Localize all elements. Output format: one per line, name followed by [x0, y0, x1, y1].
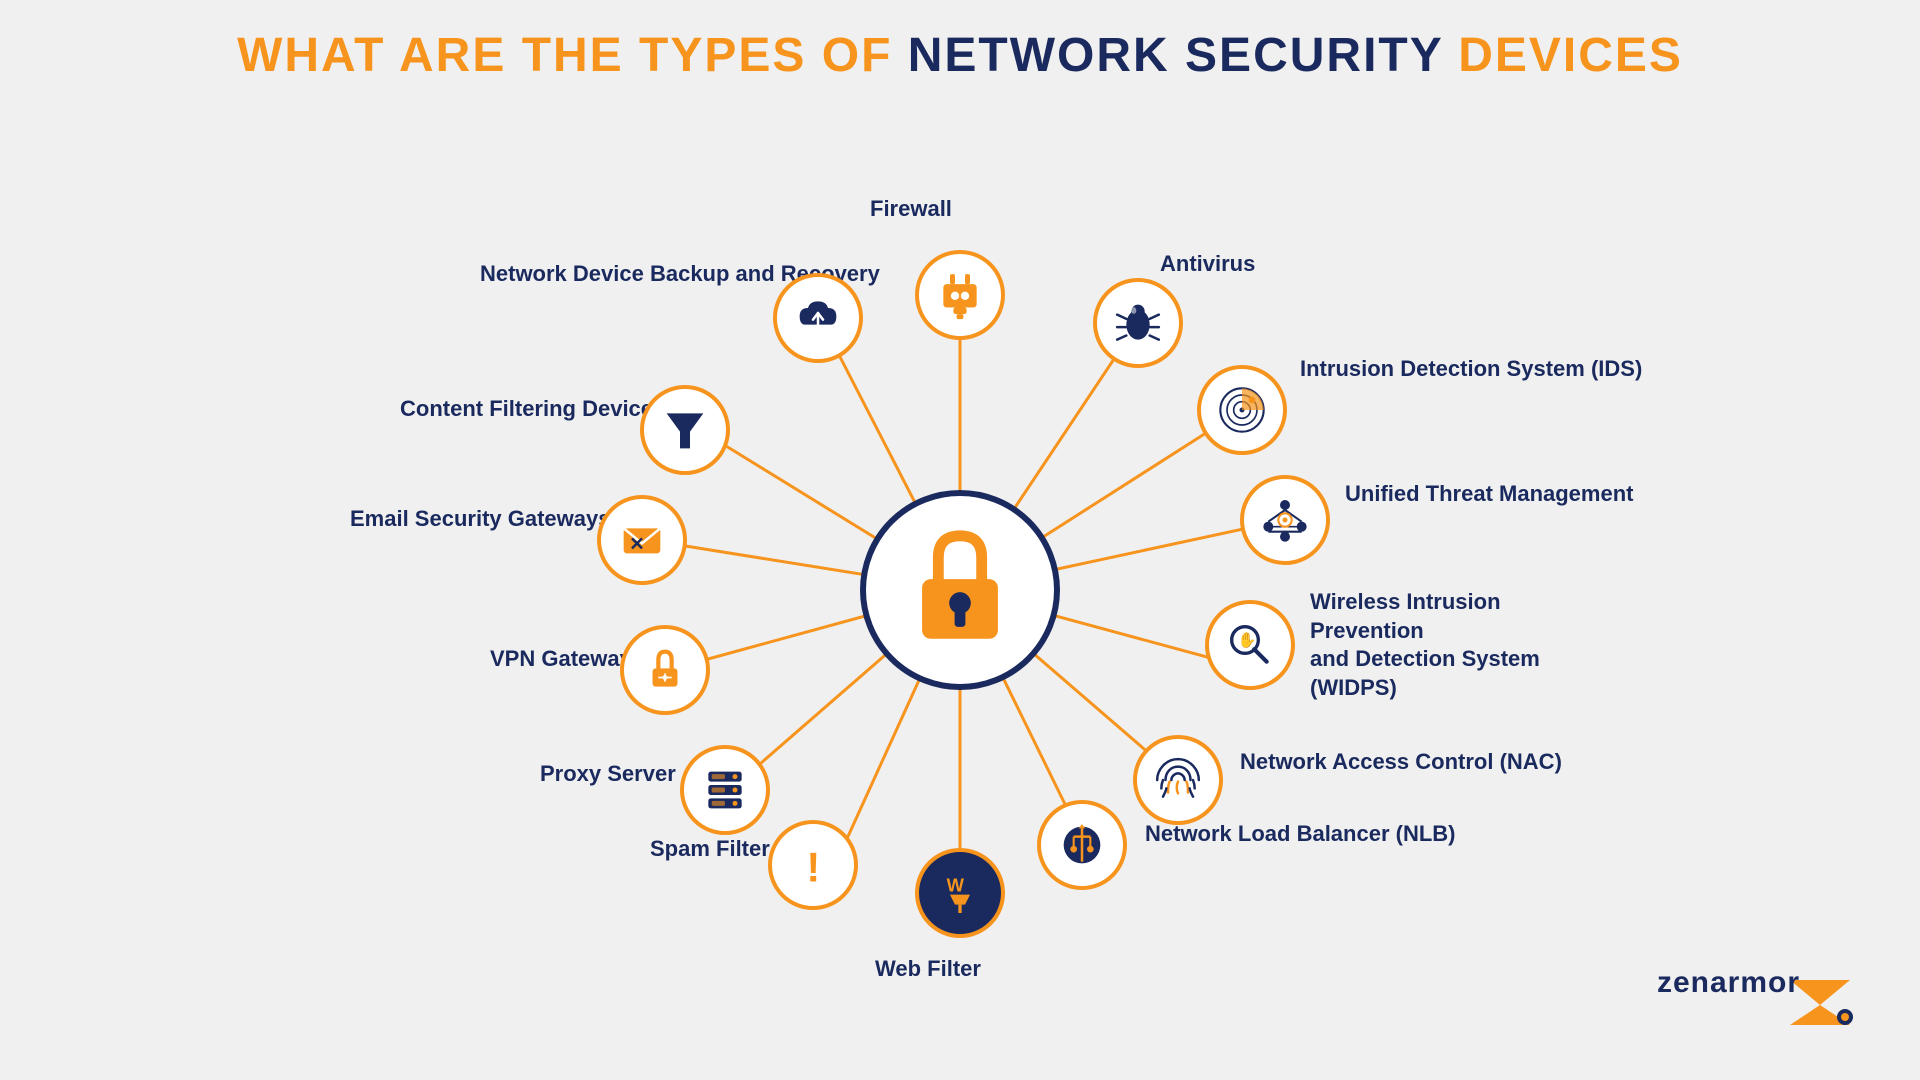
vpn-node: [620, 625, 710, 715]
antivirus-node: [1093, 278, 1183, 368]
utm-node: [1240, 475, 1330, 565]
svg-text:✋: ✋: [1238, 631, 1257, 649]
ids-node: [1197, 365, 1287, 455]
webfilter-node: W: [915, 848, 1005, 938]
backup-node: [773, 273, 863, 363]
content-filtering-node: [640, 385, 730, 475]
email-node: [597, 495, 687, 585]
widps-node: ✋: [1205, 600, 1295, 690]
svg-text:W: W: [947, 874, 965, 895]
firewall-node: [915, 250, 1005, 340]
proxy-node: [680, 745, 770, 835]
title-part3: DEVICES: [1443, 29, 1683, 82]
svg-text:!: !: [806, 844, 820, 890]
diagram-container: Firewall Antivirus Intrusion D: [0, 100, 1920, 1060]
spam-node: !: [768, 820, 858, 910]
nac-node: [1133, 735, 1223, 825]
title-part1: WHAT ARE THE TYPES OF: [237, 29, 908, 82]
page-title: WHAT ARE THE TYPES OF NETWORK SECURITY D…: [0, 0, 1920, 83]
center-lock-icon: [860, 490, 1060, 690]
title-part2: NETWORK SECURITY: [908, 29, 1443, 82]
nlb-node: [1037, 800, 1127, 890]
